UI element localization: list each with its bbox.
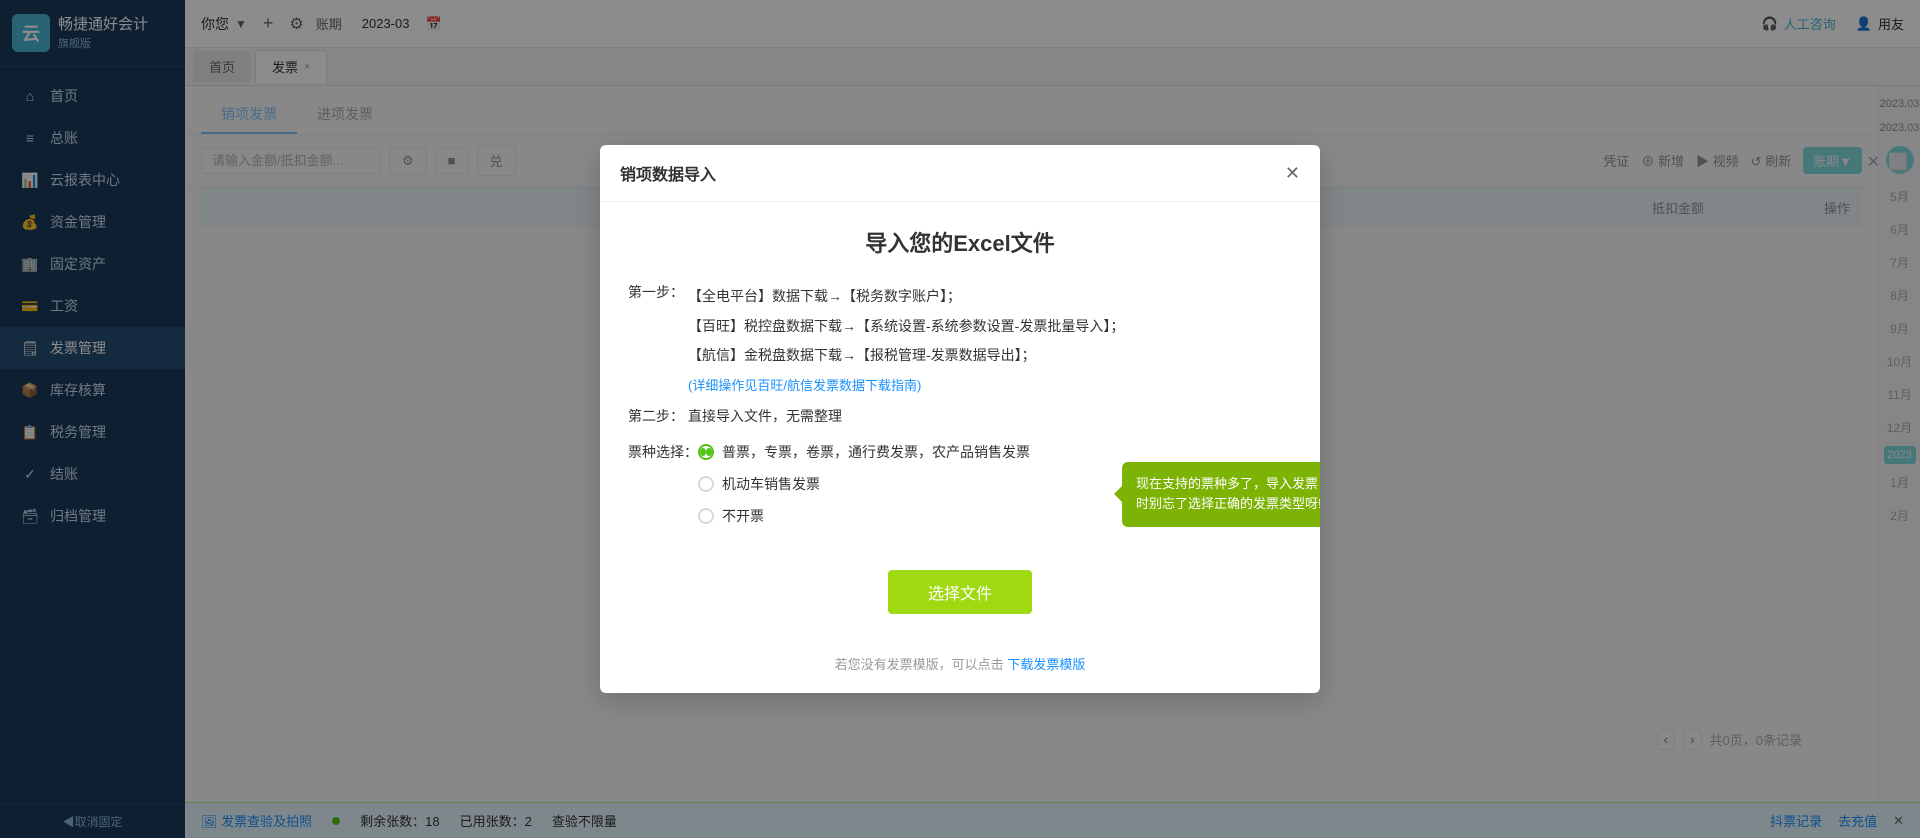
step1-line1: 【全电平台】数据下载→【税务数字账户】； xyxy=(688,282,1292,311)
step1-label: 第一步： xyxy=(628,282,688,302)
select-file-btn[interactable]: 选择文件 xyxy=(888,570,1032,614)
tooltip-text: 现在支持的票种多了，导入发票时别忘了选择正确的发票类型呀! xyxy=(1136,476,1320,512)
radio-normal[interactable]: 普票，专票，卷票，通行费发票，农产品销售发票 xyxy=(698,442,1292,462)
modal-title: 销项数据导入 xyxy=(620,161,716,185)
step2-text: 直接导入文件，无需整理 xyxy=(688,406,842,426)
modal-close-btn[interactable]: ✕ xyxy=(1285,163,1300,184)
footer-text: 若您没有发票模版，可以点击 xyxy=(835,657,1004,672)
tooltip-bubble: × 现在支持的票种多了，导入发票时别忘了选择正确的发票类型呀! xyxy=(1122,462,1320,528)
step1-line3: 【航信】金税盘数据下载→【报税管理-发票数据导出】； xyxy=(688,341,1292,370)
radio-no-ticket-label: 不开票 xyxy=(722,506,764,526)
radio-normal-circle xyxy=(698,444,714,460)
radio-normal-label: 普票，专票，卷票，通行费发票，农产品销售发票 xyxy=(722,442,1030,462)
step1-link[interactable]: (详细操作见百旺/航信发票数据下载指南) xyxy=(688,378,921,393)
modal-heading: 导入您的Excel文件 xyxy=(628,226,1292,258)
import-modal: 销项数据导入 ✕ 导入您的Excel文件 第一步： 【全电平台】数据下载→【税务… xyxy=(600,145,1320,692)
modal-overlay: 销项数据导入 ✕ 导入您的Excel文件 第一步： 【全电平台】数据下载→【税务… xyxy=(0,0,1920,838)
modal-footer: 若您没有发票模版，可以点击 下载发票模版 xyxy=(600,654,1320,693)
radio-no-ticket-circle xyxy=(698,508,714,524)
radio-motor-circle xyxy=(698,476,714,492)
download-template-link[interactable]: 下载发票模版 xyxy=(1007,657,1085,672)
radio-motor-label: 机动车销售发票 xyxy=(722,474,820,494)
ticket-label: 票种选择： xyxy=(628,442,698,462)
step2-label: 第二步： xyxy=(628,406,688,426)
step1-line2: 【百旺】税控盘数据下载→【系统设置-系统参数设置-发票批量导入】； xyxy=(688,312,1292,341)
modal-body: 导入您的Excel文件 第一步： 【全电平台】数据下载→【税务数字账户】； 【百… xyxy=(600,202,1320,653)
modal-header: 销项数据导入 ✕ xyxy=(600,145,1320,202)
